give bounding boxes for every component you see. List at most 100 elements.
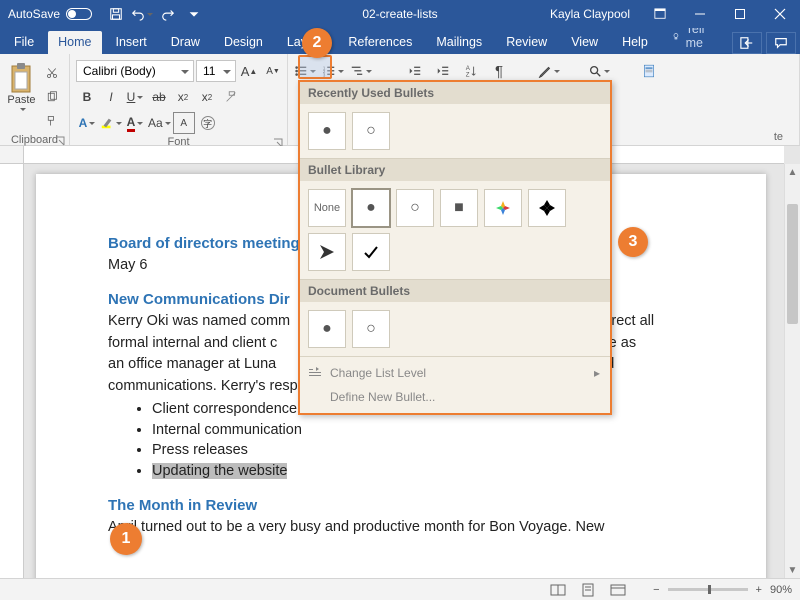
font-color-icon[interactable]: A — [124, 112, 146, 134]
bullet-option-square[interactable]: ■ — [440, 189, 478, 227]
cut-icon[interactable] — [41, 62, 63, 84]
bullet-option-disc[interactable]: ● — [352, 189, 390, 227]
format-painter-icon[interactable] — [41, 110, 63, 132]
styles-icon[interactable] — [638, 60, 660, 82]
show-marks-icon[interactable]: ¶ — [488, 60, 510, 82]
callout-badge-1: 1 — [110, 523, 142, 555]
minimize-button[interactable] — [680, 0, 720, 28]
find-icon[interactable] — [588, 60, 610, 82]
bullet-option-diamond4[interactable] — [528, 189, 566, 227]
enclose-char-icon[interactable]: 字 — [197, 112, 219, 134]
tab-draw[interactable]: Draw — [161, 31, 210, 54]
pen-icon[interactable] — [538, 60, 560, 82]
tab-view[interactable]: View — [561, 31, 608, 54]
tab-home[interactable]: Home — [48, 31, 101, 54]
subscript-button[interactable]: x2 — [172, 86, 194, 108]
ribbon-options-icon[interactable] — [640, 0, 680, 28]
clear-format-icon[interactable] — [220, 86, 242, 108]
grow-font-icon[interactable]: A▲ — [238, 60, 260, 82]
autosave-label: AutoSave — [8, 7, 60, 21]
bullets-button-highlight — [298, 55, 332, 79]
bullet-option-circle[interactable]: ○ — [352, 310, 390, 348]
selected-text: Updating the website — [152, 463, 287, 479]
font-size-combo[interactable]: 11 — [196, 60, 236, 82]
autosave-switch-icon[interactable] — [66, 8, 92, 20]
font-name-combo[interactable]: Calibri (Body) — [76, 60, 194, 82]
body-text: April turned out to be a very busy and p… — [108, 518, 694, 538]
bold-button[interactable]: B — [76, 86, 98, 108]
vertical-ruler[interactable] — [0, 164, 24, 578]
dropdown-footer: Change List Level ▸ Define New Bullet... — [300, 356, 610, 413]
shrink-font-icon[interactable]: A▼ — [262, 60, 284, 82]
bullet-option-circle[interactable]: ○ — [352, 112, 390, 150]
increase-indent-icon[interactable] — [432, 60, 454, 82]
section-header-library: Bullet Library — [300, 158, 610, 181]
underline-button[interactable]: U — [124, 86, 146, 108]
zoom-level[interactable]: 90% — [770, 584, 792, 596]
paste-button[interactable]: Paste — [6, 60, 37, 112]
scroll-down-icon[interactable]: ▼ — [785, 562, 800, 578]
close-button[interactable] — [760, 0, 800, 28]
document-title: 02-create-lists — [362, 7, 437, 21]
tab-mailings[interactable]: Mailings — [426, 31, 492, 54]
tab-help[interactable]: Help — [612, 31, 658, 54]
zoom-slider[interactable] — [668, 588, 748, 591]
character-border-icon[interactable]: A — [173, 112, 195, 134]
undo-icon[interactable] — [130, 3, 154, 25]
status-bar: − + 90% — [0, 578, 800, 600]
autosave-toggle[interactable]: AutoSave — [0, 7, 100, 21]
tab-review[interactable]: Review — [496, 31, 557, 54]
print-layout-icon[interactable] — [577, 581, 599, 599]
vertical-scrollbar[interactable]: ▲ ▼ — [784, 164, 800, 578]
dialog-launcher-icon[interactable] — [55, 136, 65, 146]
text-effects-icon[interactable]: A — [76, 112, 98, 134]
save-icon[interactable] — [104, 3, 128, 25]
change-list-level-item[interactable]: Change List Level ▸ — [300, 361, 610, 385]
account-name[interactable]: Kayla Claypool — [540, 7, 640, 21]
define-new-bullet-item[interactable]: Define New Bullet... — [300, 385, 610, 409]
italic-button[interactable]: I — [100, 86, 122, 108]
list-item: Updating the website — [152, 462, 694, 482]
bullets-dropdown: Recently Used Bullets ● ○ Bullet Library… — [298, 80, 612, 415]
redo-icon[interactable] — [156, 3, 180, 25]
bullet-library-grid: None ● ○ ■ — [300, 181, 610, 279]
decrease-indent-icon[interactable] — [404, 60, 426, 82]
bullet-option-disc[interactable]: ● — [308, 310, 346, 348]
strikethrough-button[interactable]: ab — [148, 86, 170, 108]
bullet-option-check[interactable] — [352, 233, 390, 271]
tab-file[interactable]: File — [4, 31, 44, 54]
zoom-in-button[interactable]: + — [756, 584, 762, 596]
scrollbar-thumb[interactable] — [787, 204, 798, 324]
group-clipboard: Paste Clipboard — [0, 54, 70, 145]
copy-icon[interactable] — [41, 86, 63, 108]
clipboard-icon — [8, 62, 36, 94]
list-item: Internal communication — [152, 421, 694, 441]
document-bullets-grid: ● ○ — [300, 302, 610, 356]
change-case-icon[interactable]: Aa — [148, 112, 171, 134]
web-layout-icon[interactable] — [607, 581, 629, 599]
comments-button[interactable] — [766, 32, 796, 54]
superscript-button[interactable]: x2 — [196, 86, 218, 108]
bullet-option-none[interactable]: None — [308, 189, 346, 227]
scroll-up-icon[interactable]: ▲ — [785, 164, 800, 180]
bullet-option-circle[interactable]: ○ — [396, 189, 434, 227]
highlight-icon[interactable] — [100, 112, 122, 134]
indent-icon — [308, 366, 322, 380]
share-button[interactable] — [732, 32, 762, 54]
tab-design[interactable]: Design — [214, 31, 273, 54]
qat-customize-icon[interactable] — [182, 3, 206, 25]
read-mode-icon[interactable] — [547, 581, 569, 599]
bullet-option-disc[interactable]: ● — [308, 112, 346, 150]
ribbon-tabs: File Home Insert Draw Design Layout Refe… — [0, 28, 800, 54]
list-item: Press releases — [152, 441, 694, 461]
sort-icon[interactable]: AZ — [460, 60, 482, 82]
zoom-out-button[interactable]: − — [653, 584, 659, 596]
bullet-option-4diamond[interactable] — [484, 189, 522, 227]
maximize-button[interactable] — [720, 0, 760, 28]
submenu-arrow-icon: ▸ — [594, 366, 600, 380]
tab-references[interactable]: References — [338, 31, 422, 54]
svg-text:Z: Z — [466, 71, 470, 78]
bullet-option-arrow[interactable] — [308, 233, 346, 271]
multilevel-list-button[interactable] — [350, 60, 372, 82]
tab-insert[interactable]: Insert — [106, 31, 157, 54]
